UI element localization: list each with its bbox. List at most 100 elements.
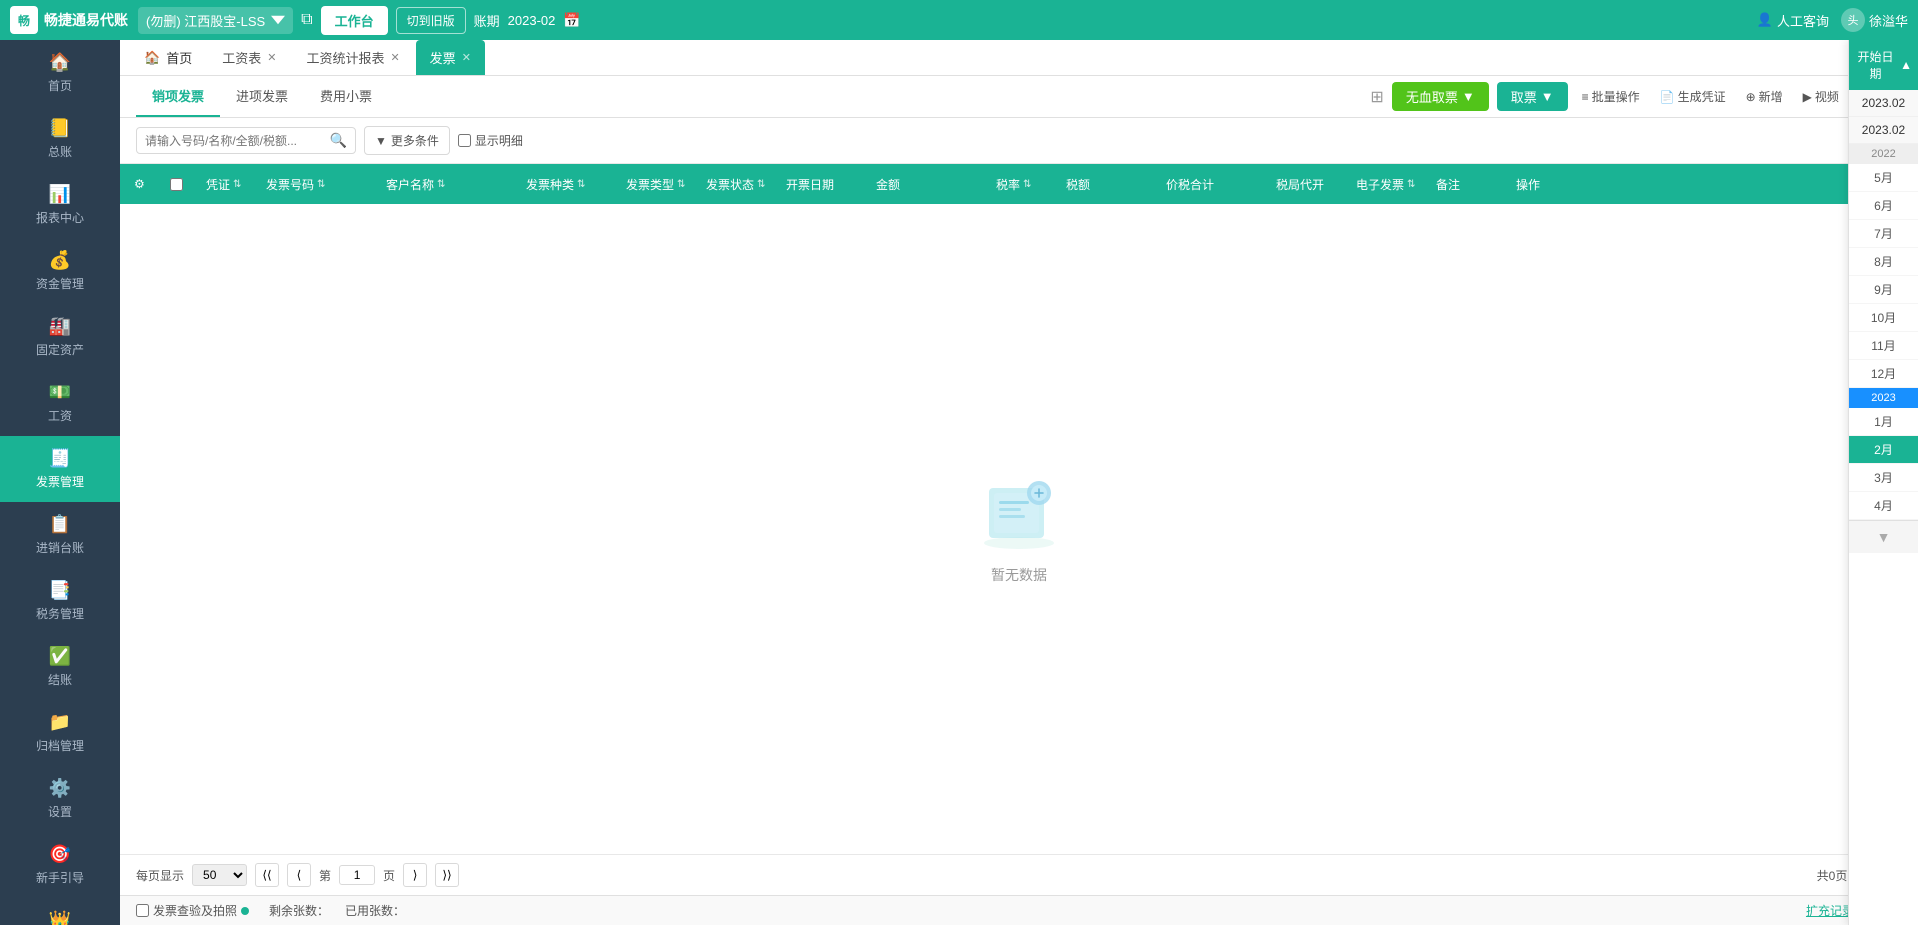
sidebar-item-checkout[interactable]: ✅ 结账 bbox=[0, 634, 120, 700]
period-month-7[interactable]: 7月 bbox=[1849, 220, 1918, 248]
period-entry-2023-02-first[interactable]: 2023.02 bbox=[1849, 90, 1918, 117]
ledger-icon: 📒 bbox=[49, 118, 71, 139]
sidebar-item-tax[interactable]: 📑 税务管理 bbox=[0, 568, 120, 634]
period-entry-2023-02-second[interactable]: 2023.02 bbox=[1849, 117, 1918, 144]
sidebar-item-invoices[interactable]: 🧾 发票管理 bbox=[0, 436, 120, 502]
th-remark[interactable]: 备注 bbox=[1430, 176, 1510, 193]
period-month-9[interactable]: 9月 bbox=[1849, 276, 1918, 304]
sidebar-label-invoices: 发票管理 bbox=[36, 473, 84, 490]
th-voucher[interactable]: 凭证 ⇅ bbox=[200, 176, 260, 193]
page-number-input[interactable] bbox=[339, 865, 375, 885]
no-cancel-ticket-button[interactable]: 无血取票 ▼ bbox=[1392, 82, 1489, 111]
sidebar-item-guide[interactable]: 🎯 新手引导 bbox=[0, 832, 120, 898]
th-invoice-type[interactable]: 发票种类 ⇅ bbox=[520, 176, 620, 193]
video-button[interactable]: ▶ 视频 bbox=[1797, 84, 1845, 109]
th-checkbox[interactable] bbox=[164, 178, 200, 191]
calendar-icon[interactable]: 📅 bbox=[563, 12, 580, 29]
first-page-button[interactable]: ⟨⟨ bbox=[255, 863, 279, 887]
period-month-2023-3[interactable]: 3月 bbox=[1849, 464, 1918, 492]
next-page-button[interactable]: ⟩ bbox=[403, 863, 427, 887]
sort-customer-icon: ⇅ bbox=[437, 179, 445, 190]
search-icon: 🔍 bbox=[330, 132, 347, 149]
support-item[interactable]: 👤 人工客询 bbox=[1757, 11, 1829, 30]
used-label: 已用张数： bbox=[345, 904, 405, 918]
period-month-2023-2[interactable]: 2月 bbox=[1849, 436, 1918, 464]
th-customer[interactable]: 客户名称 ⇅ bbox=[380, 176, 520, 193]
th-tax[interactable]: 税额 bbox=[1060, 176, 1160, 193]
check-checkbox[interactable] bbox=[136, 904, 149, 917]
sort-invoice-type-icon: ⇅ bbox=[577, 179, 585, 190]
copy-icon[interactable]: ⧉ bbox=[301, 11, 312, 29]
th-invoice-type-label: 发票种类 bbox=[526, 176, 574, 193]
search-input-wrap[interactable]: 🔍 bbox=[136, 127, 356, 154]
th-tax-rate[interactable]: 税率 ⇅ bbox=[990, 176, 1060, 193]
sidebar-item-home[interactable]: 🏠 首页 bbox=[0, 40, 120, 106]
th-invoice-num[interactable]: 发票号码 ⇅ bbox=[260, 176, 380, 193]
switch-version-button[interactable]: 切到旧版 bbox=[396, 7, 466, 34]
period-month-2023-1[interactable]: 1月 bbox=[1849, 408, 1918, 436]
sidebar-item-funds[interactable]: 💰 资金管理 bbox=[0, 238, 120, 304]
company-selector[interactable]: (勿删) 江西股宝-LSS bbox=[138, 7, 293, 34]
period-month-11[interactable]: 11月 bbox=[1849, 332, 1918, 360]
th-total[interactable]: 价税合计 bbox=[1160, 176, 1270, 193]
sidebar-item-payroll[interactable]: 💵 工资 bbox=[0, 370, 120, 436]
sidebar-item-member[interactable]: 👑 畅会员 bbox=[0, 898, 120, 925]
sidebar-label-sales: 进销台账 bbox=[36, 539, 84, 556]
th-action-label: 操作 bbox=[1516, 176, 1540, 193]
filter-button[interactable]: ▼ 更多条件 bbox=[364, 126, 450, 155]
th-setting[interactable]: ⚙ bbox=[128, 177, 164, 191]
period-month-6[interactable]: 6月 bbox=[1849, 192, 1918, 220]
workspace-button[interactable]: 工作台 bbox=[321, 6, 388, 35]
select-all-checkbox[interactable] bbox=[170, 178, 183, 191]
tab-payroll-table[interactable]: 工资表 ✕ bbox=[208, 40, 290, 75]
sub-tab-expense-receipt[interactable]: 费用小票 bbox=[304, 76, 388, 117]
grid-view-icon[interactable]: ⊞ bbox=[1370, 87, 1383, 107]
search-input[interactable] bbox=[145, 134, 330, 148]
sidebar-item-archive[interactable]: 📁 归档管理 bbox=[0, 700, 120, 766]
th-amount[interactable]: 金额 bbox=[870, 176, 990, 193]
show-detail-wrap[interactable]: 显示明细 bbox=[458, 132, 523, 149]
prev-page-button[interactable]: ⟨ bbox=[287, 863, 311, 887]
batch-ops-button[interactable]: ≡ 批量操作 bbox=[1576, 84, 1646, 109]
get-invoice-arrow-icon: ▼ bbox=[1541, 89, 1554, 104]
tab-payroll-table-close[interactable]: ✕ bbox=[267, 51, 276, 64]
th-tax-code[interactable]: 税局代开 bbox=[1270, 176, 1350, 193]
tab-invoices-close[interactable]: ✕ bbox=[462, 51, 471, 64]
sidebar-item-sales[interactable]: 📋 进销台账 bbox=[0, 502, 120, 568]
tab-home[interactable]: 🏠 首页 bbox=[130, 40, 206, 75]
sort-tax-rate-icon: ⇅ bbox=[1023, 179, 1031, 190]
show-detail-checkbox[interactable] bbox=[458, 134, 471, 147]
period-month-8[interactable]: 8月 bbox=[1849, 248, 1918, 276]
sidebar-item-ledger[interactable]: 📒 总账 bbox=[0, 106, 120, 172]
tab-payroll-stats-close[interactable]: ✕ bbox=[390, 51, 399, 64]
last-page-button[interactable]: ⟩⟩ bbox=[435, 863, 459, 887]
sidebar-item-reports[interactable]: 📊 报表中心 bbox=[0, 172, 120, 238]
sub-tab-sales-invoice[interactable]: 销项发票 bbox=[136, 76, 220, 117]
th-tax-code-label: 税局代开 bbox=[1276, 176, 1324, 193]
sidebar-item-settings[interactable]: ⚙️ 设置 bbox=[0, 766, 120, 832]
sub-tab-purchase-invoice[interactable]: 进项发票 bbox=[220, 76, 304, 117]
sidebar-item-assets[interactable]: 🏭 固定资产 bbox=[0, 304, 120, 370]
generate-voucher-button[interactable]: 📄 生成凭证 bbox=[1654, 84, 1732, 109]
add-count-link[interactable]: 扩充记录 bbox=[1806, 902, 1854, 919]
period-month-2023-4[interactable]: 4月 bbox=[1849, 492, 1918, 520]
period-month-12[interactable]: 12月 bbox=[1849, 360, 1918, 388]
user-avatar-item[interactable]: 头 徐溢华 bbox=[1841, 8, 1908, 32]
funds-icon: 💰 bbox=[49, 250, 71, 271]
th-invoice-cat[interactable]: 发票类型 ⇅ bbox=[620, 176, 700, 193]
period-month-10[interactable]: 10月 bbox=[1849, 304, 1918, 332]
tab-payroll-stats[interactable]: 工资统计报表 ✕ bbox=[292, 40, 413, 75]
year-2022-label: 2022 bbox=[1871, 148, 1895, 160]
get-invoice-button[interactable]: 取票 ▼ bbox=[1497, 82, 1568, 111]
period-month-5[interactable]: 5月 bbox=[1849, 164, 1918, 192]
period-scroll-down[interactable]: ▼ bbox=[1849, 520, 1918, 553]
th-date[interactable]: 开票日期 bbox=[780, 176, 870, 193]
th-e-invoice[interactable]: 电子发票 ⇅ bbox=[1350, 176, 1430, 193]
th-invoice-status[interactable]: 发票状态 ⇅ bbox=[700, 176, 780, 193]
period-panel-header[interactable]: 开始日期 ▲ bbox=[1849, 40, 1918, 90]
th-action[interactable]: 操作 bbox=[1510, 176, 1570, 193]
page-size-select[interactable]: 50 20 100 bbox=[192, 864, 247, 886]
app-logo: 畅 bbox=[10, 6, 38, 34]
new-button[interactable]: ⊕ 新增 bbox=[1740, 84, 1789, 109]
tab-invoices[interactable]: 发票 ✕ bbox=[416, 40, 485, 75]
